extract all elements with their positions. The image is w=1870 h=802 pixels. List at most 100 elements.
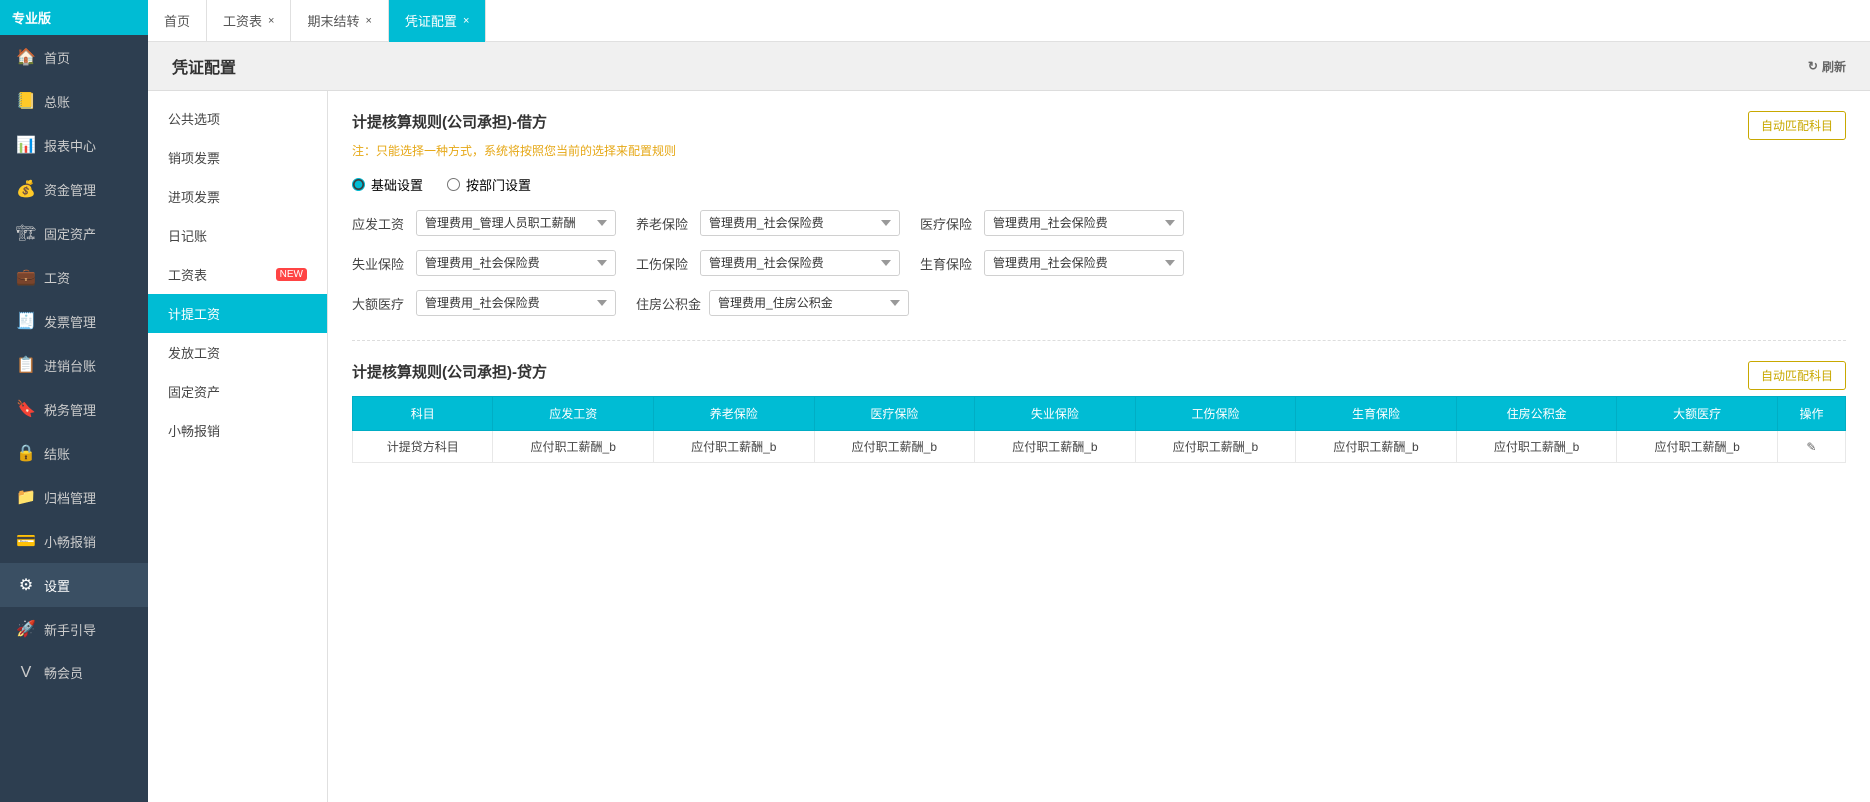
sidebar-item-finance[interactable]: 💰 资金管理	[0, 167, 148, 211]
tab-voucher-config-close[interactable]: ×	[463, 15, 469, 27]
debit-section-left: 计提核算规则(公司承担)-借方 注：只能选择一种方式，系统将按照您当前的选择来配…	[352, 111, 676, 171]
invoice-icon: 🧾	[16, 311, 36, 331]
home-icon: 🏠	[16, 47, 36, 67]
label-yanglao: 养老保险	[636, 214, 692, 233]
td-yiliao: 应付职工薪酬_b	[814, 431, 975, 463]
content-area: 公共选项 销项发票 进项发票 日记账 工资表 NEW 计提工资 发放工资 固	[148, 91, 1870, 802]
edit-icon[interactable]: ✎	[1806, 440, 1816, 454]
app-version-badge: 专业版	[0, 0, 148, 35]
tab-period-close-close[interactable]: ×	[365, 15, 371, 27]
select-yanglao[interactable]: 管理费用_社会保险费	[700, 210, 900, 236]
sidebar-item-member[interactable]: V 畅会员	[0, 651, 148, 694]
td-shiye: 应付职工薪酬_b	[975, 431, 1136, 463]
select-yingfa[interactable]: 管理费用_管理人员职工薪酬	[416, 210, 616, 236]
th-yiliao: 医疗保险	[814, 397, 975, 431]
assets-icon: 🏗	[16, 223, 36, 243]
sidebar-item-inventory[interactable]: 📋 进销台账	[0, 343, 148, 387]
sidebar-item-assets[interactable]: 🏗 固定资产	[0, 211, 148, 255]
sidebar-item-home[interactable]: 🏠 首页	[0, 35, 148, 79]
left-nav: 公共选项 销项发票 进项发票 日记账 工资表 NEW 计提工资 发放工资 固	[148, 91, 328, 802]
select-gongjijin[interactable]: 管理费用_住房公积金	[709, 290, 909, 316]
td-shengyu: 应付职工薪酬_b	[1296, 431, 1457, 463]
settings-icon: ⚙	[16, 575, 36, 595]
refresh-icon: ↻	[1808, 59, 1818, 73]
left-nav-red-invoice[interactable]: 销项发票	[148, 138, 327, 177]
debit-warning: 注：只能选择一种方式，系统将按照您当前的选择来配置规则	[352, 142, 676, 159]
label-yiliao: 医疗保险	[920, 214, 976, 233]
select-gongshang[interactable]: 管理费用_社会保险费	[700, 250, 900, 276]
th-yingfa: 应发工资	[493, 397, 654, 431]
sidebar-item-tax[interactable]: 🔖 税务管理	[0, 387, 148, 431]
field-yingfa: 应发工资 管理费用_管理人员职工薪酬	[352, 210, 616, 236]
left-nav-payroll-table[interactable]: 工资表 NEW	[148, 255, 327, 294]
left-nav-issue-salary[interactable]: 发放工资	[148, 333, 327, 372]
label-yingfa: 应发工资	[352, 214, 408, 233]
field-gongjijin: 住房公积金 管理费用_住房公积金	[636, 290, 909, 316]
left-nav-xiaochang-expense[interactable]: 小畅报销	[148, 411, 327, 450]
sidebar-item-close[interactable]: 🔒 结账	[0, 431, 148, 475]
select-yiliao[interactable]: 管理费用_社会保险费	[984, 210, 1184, 236]
tab-payroll-close[interactable]: ×	[268, 15, 274, 27]
field-yanglao: 养老保险 管理费用_社会保险费	[636, 210, 900, 236]
sidebar-item-salary[interactable]: 💼 工资	[0, 255, 148, 299]
credit-table: 科目 应发工资 养老保险 医疗保险 失业保险 工伤保险 生育保险 住房公积金 大…	[352, 396, 1846, 463]
left-nav-public[interactable]: 公共选项	[148, 99, 327, 138]
tax-icon: 🔖	[16, 399, 36, 419]
td-yingfa: 应付职工薪酬_b	[493, 431, 654, 463]
th-yanglao: 养老保险	[653, 397, 814, 431]
radio-dept-input[interactable]	[447, 178, 460, 191]
section-divider	[352, 340, 1846, 341]
finance-icon: 💰	[16, 179, 36, 199]
sidebar-item-guide[interactable]: 🚀 新手引导	[0, 607, 148, 651]
field-shengyu: 生育保险 管理费用_社会保险费	[920, 250, 1184, 276]
th-gongshang: 工伤保险	[1135, 397, 1296, 431]
td-gongshang: 应付职工薪酬_b	[1135, 431, 1296, 463]
left-nav-accrual-salary[interactable]: 计提工资	[148, 294, 327, 333]
field-shiye: 失业保险 管理费用_社会保险费	[352, 250, 616, 276]
member-icon: V	[16, 664, 36, 682]
tab-home[interactable]: 首页	[148, 0, 207, 42]
sidebar-item-reports[interactable]: 📊 报表中心	[0, 123, 148, 167]
radio-group: 基础设置 按部门设置	[352, 175, 1846, 194]
select-shengyu[interactable]: 管理费用_社会保险费	[984, 250, 1184, 276]
guide-icon: 🚀	[16, 619, 36, 639]
right-content: 计提核算规则(公司承担)-借方 注：只能选择一种方式，系统将按照您当前的选择来配…	[328, 91, 1870, 802]
th-shiye: 失业保险	[975, 397, 1136, 431]
radio-basic-input[interactable]	[352, 178, 365, 191]
sidebar-item-ledger[interactable]: 📒 总账	[0, 79, 148, 123]
sidebar-item-archive[interactable]: 📁 归档管理	[0, 475, 148, 519]
td-action[interactable]: ✎	[1777, 431, 1845, 463]
debit-row-3: 大额医疗 管理费用_社会保险费 住房公积金 管理费用_住房公积金	[352, 290, 1846, 316]
salary-icon: 💼	[16, 267, 36, 287]
credit-auto-match-button[interactable]: 自动匹配科目	[1748, 361, 1846, 390]
left-nav-journal[interactable]: 日记账	[148, 216, 327, 255]
debit-header-row: 计提核算规则(公司承担)-借方 注：只能选择一种方式，系统将按照您当前的选择来配…	[352, 111, 1846, 171]
credit-section-title: 计提核算规则(公司承担)-贷方	[352, 361, 547, 382]
tab-voucher-config[interactable]: 凭证配置 ×	[389, 0, 486, 42]
sidebar-item-xiaochang[interactable]: 💳 小畅报销	[0, 519, 148, 563]
label-gongshang: 工伤保险	[636, 254, 692, 273]
tab-period-close[interactable]: 期末结转 ×	[291, 0, 388, 42]
td-gongjijin: 应付职工薪酬_b	[1456, 431, 1617, 463]
left-nav-fixed-assets[interactable]: 固定资产	[148, 372, 327, 411]
close-period-icon: 🔒	[16, 443, 36, 463]
select-dale[interactable]: 管理费用_社会保险费	[416, 290, 616, 316]
new-badge: NEW	[276, 268, 307, 281]
sidebar-item-settings[interactable]: ⚙ 设置	[0, 563, 148, 607]
credit-table-body: 计提贷方科目 应付职工薪酬_b 应付职工薪酬_b 应付职工薪酬_b 应付职工薪酬…	[353, 431, 1846, 463]
debit-auto-match-button[interactable]: 自动匹配科目	[1748, 111, 1846, 140]
select-shiye[interactable]: 管理费用_社会保险费	[416, 250, 616, 276]
left-nav-input-invoice[interactable]: 进项发票	[148, 177, 327, 216]
page-header: 凭证配置 ↻ 刷新	[148, 42, 1870, 91]
table-row: 计提贷方科目 应付职工薪酬_b 应付职工薪酬_b 应付职工薪酬_b 应付职工薪酬…	[353, 431, 1846, 463]
credit-table-head: 科目 应发工资 养老保险 医疗保险 失业保险 工伤保险 生育保险 住房公积金 大…	[353, 397, 1846, 431]
tab-payroll[interactable]: 工资表 ×	[207, 0, 291, 42]
td-dale: 应付职工薪酬_b	[1617, 431, 1778, 463]
radio-basic[interactable]: 基础设置	[352, 175, 423, 194]
refresh-button[interactable]: ↻ 刷新	[1808, 58, 1846, 75]
sidebar-item-invoice[interactable]: 🧾 发票管理	[0, 299, 148, 343]
radio-dept[interactable]: 按部门设置	[447, 175, 531, 194]
field-dale: 大额医疗 管理费用_社会保险费	[352, 290, 616, 316]
debit-section-title: 计提核算规则(公司承担)-借方	[352, 111, 676, 132]
ledger-icon: 📒	[16, 91, 36, 111]
